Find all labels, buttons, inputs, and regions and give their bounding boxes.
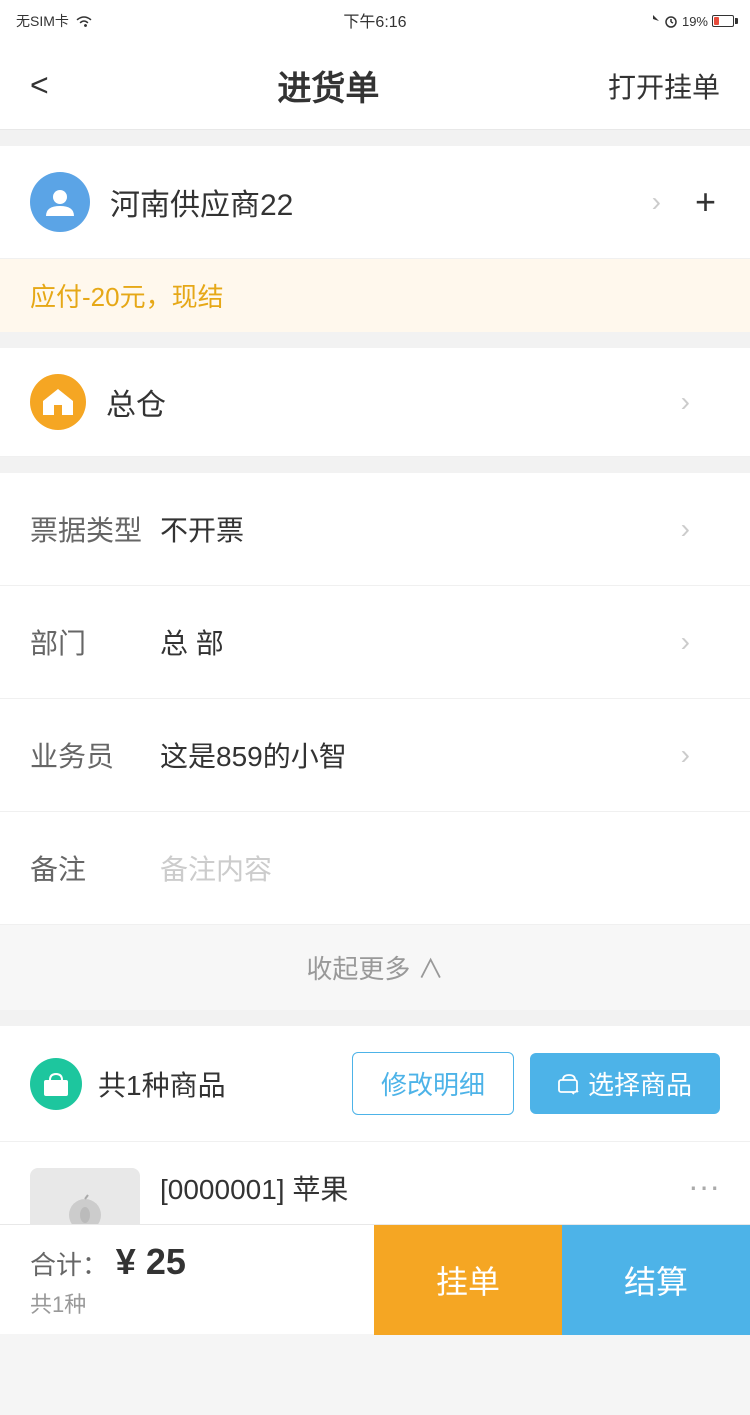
more-options-button[interactable]: ··· (688, 1168, 720, 1205)
department-chevron-icon: › (681, 626, 690, 658)
salesperson-row[interactable]: 业务员 这是859的小智 › (0, 699, 750, 812)
shopping-bag-icon (40, 1070, 72, 1098)
ticket-type-row[interactable]: 票据类型 不开票 › (0, 473, 750, 586)
battery-percent: 19% (682, 14, 708, 29)
warehouse-section: 总仓 › (0, 348, 750, 457)
remark-label: 备注 (30, 848, 160, 888)
section-gap-1 (0, 130, 750, 146)
checkout-button[interactable]: 结算 (562, 1225, 750, 1335)
total-line: 合计： ¥ 25 (30, 1241, 344, 1283)
edit-detail-button[interactable]: 修改明细 (352, 1052, 514, 1115)
house-icon (41, 387, 75, 417)
person-icon (42, 184, 78, 220)
battery-icon (712, 15, 734, 27)
open-hang-button[interactable]: 打开挂单 (608, 66, 720, 106)
ticket-type-value: 不开票 (160, 509, 681, 549)
remark-value[interactable]: 备注内容 (160, 848, 720, 888)
department-row[interactable]: 部门 总 部 › (0, 586, 750, 699)
status-right: 19% (646, 14, 734, 29)
salesperson-chevron-icon: › (681, 739, 690, 771)
supplier-chevron-icon: › (652, 186, 661, 218)
bottom-bar: 合计： ¥ 25 共1种 挂单 结算 (0, 1224, 750, 1334)
select-product-button[interactable]: 选择商品 (530, 1053, 720, 1114)
form-section: 票据类型 不开票 › 部门 总 部 › 业务员 这是859的小智 › 备注 备注… (0, 473, 750, 925)
section-gap-4 (0, 1010, 750, 1026)
section-gap-2 (0, 332, 750, 348)
total-section: 合计： ¥ 25 共1种 (0, 1241, 374, 1319)
supplier-notice: 应付-20元，现结 (0, 259, 750, 332)
remark-row[interactable]: 备注 备注内容 (0, 812, 750, 925)
warehouse-chevron-icon: › (681, 386, 690, 418)
status-bar: 无SIM卡 下午6:16 19% (0, 0, 750, 42)
product-count-icon (30, 1058, 82, 1110)
alarm-icon (664, 14, 678, 28)
wifi-icon (75, 14, 93, 28)
department-label: 部门 (30, 622, 160, 662)
warehouse-name: 总仓 (106, 380, 681, 424)
supplier-name: 河南供应商22 (110, 180, 652, 224)
product-title: [0000001] 苹果 (160, 1168, 668, 1208)
status-time: 下午6:16 (343, 8, 406, 32)
nav-bar: < 进货单 打开挂单 (0, 42, 750, 130)
total-label: 合计： (30, 1250, 108, 1280)
supplier-row[interactable]: 河南供应商22 › + (0, 146, 750, 259)
hang-button[interactable]: 挂单 (374, 1225, 562, 1335)
total-count: 共1种 (30, 1287, 344, 1319)
product-header: 共1种商品 修改明细 选择商品 (0, 1026, 750, 1142)
collapse-more-button[interactable]: 收起更多 ∧ (0, 925, 750, 1010)
supplier-avatar (30, 172, 90, 232)
ticket-type-label: 票据类型 (30, 509, 160, 549)
supplier-section: 河南供应商22 › + 应付-20元，现结 (0, 146, 750, 332)
salesperson-value: 这是859的小智 (160, 735, 681, 775)
location-icon (646, 14, 660, 28)
ticket-type-chevron-icon: › (681, 513, 690, 545)
select-product-label: 选择商品 (588, 1065, 692, 1102)
section-gap-3 (0, 457, 750, 473)
salesperson-label: 业务员 (30, 735, 160, 775)
back-button[interactable]: < (30, 67, 49, 104)
status-left: 无SIM卡 (16, 11, 93, 31)
add-supplier-button[interactable]: + (691, 181, 720, 223)
warehouse-icon (30, 374, 86, 430)
product-count-text: 共1种商品 (98, 1064, 352, 1104)
total-amount: ¥ 25 (116, 1241, 186, 1282)
department-value: 总 部 (160, 622, 681, 662)
carrier-text: 无SIM卡 (16, 11, 69, 31)
page-title: 进货单 (277, 61, 379, 110)
cart-icon (558, 1073, 580, 1095)
warehouse-row[interactable]: 总仓 › (0, 348, 750, 457)
